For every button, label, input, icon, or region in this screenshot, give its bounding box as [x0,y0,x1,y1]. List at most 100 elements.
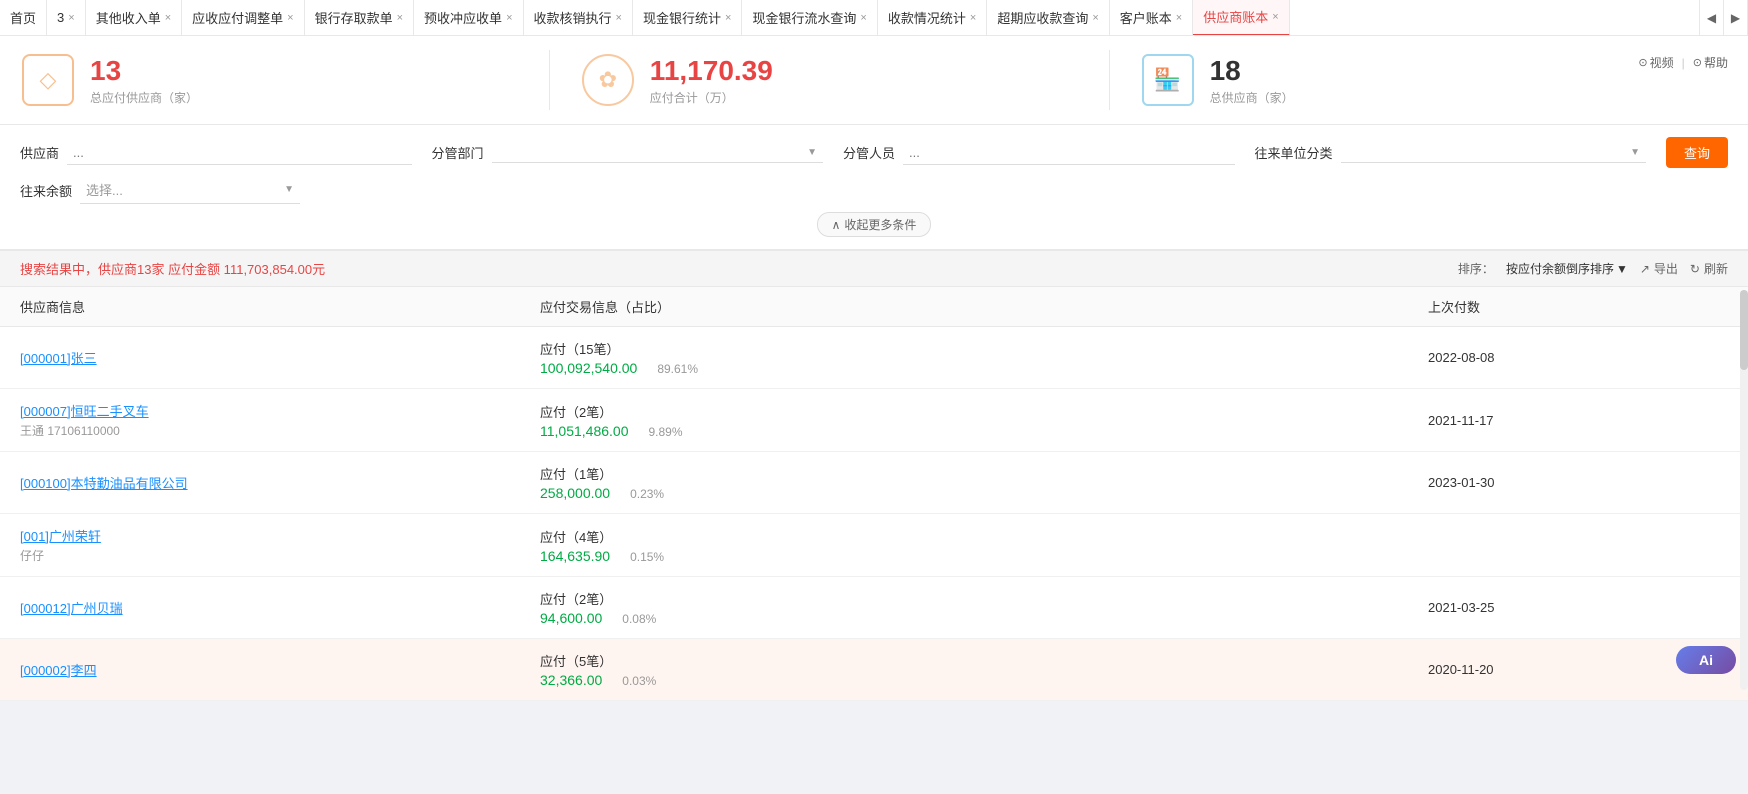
nav-tab-cash-flow[interactable]: 现金银行流水查询 × [742,0,877,36]
supplier-link-6[interactable]: [000002]李四 [20,660,540,679]
nav-tab-other-income[interactable]: 其他收入单 × [86,0,182,36]
bank-deposit-label: 银行存取款单 [315,8,393,27]
close-icon[interactable]: × [397,12,403,24]
nav-tab-bank-deposit[interactable]: 银行存取款单 × [305,0,414,36]
close-icon[interactable]: × [725,12,731,24]
nav-tab-prepay[interactable]: 预收冲应收单 × [414,0,523,36]
close-icon[interactable]: × [616,12,622,24]
overdue-ar-label: 超期应收款查询 [997,8,1088,27]
nav-prev-arrow[interactable]: ◀ [1700,0,1724,36]
close-icon[interactable]: × [1092,12,1098,24]
receipt-verify-label: 收款核销执行 [534,8,612,27]
person-input[interactable] [903,141,1234,165]
scrollbar-track[interactable] [1740,290,1748,690]
dept-select[interactable]: ▼ [492,143,823,163]
scrollbar-thumb[interactable] [1740,290,1748,370]
filter-person: 分管人员 [843,141,1235,165]
filter-row-2: 往来余额 选择... ▼ [20,176,1728,204]
supplier-link-2[interactable]: [000007]恒旺二手叉车 [20,401,540,420]
close-icon[interactable]: × [970,12,976,24]
nav-tab-overdue-ar[interactable]: 超期应收款查询 × [987,0,1109,36]
link-separator: | [1682,56,1685,70]
supplier-sub-2: 王通 17106110000 [20,422,540,439]
category-select[interactable]: ▼ [1341,143,1646,163]
table-row: [000007]恒旺二手叉车 王通 17106110000 应付（2笔） 11,… [0,389,1748,452]
table-row: [000100]本特勤油品有限公司 应付（1笔） 258,000.00 0.23… [0,452,1748,514]
tx-amount-4: 164,635.90 [540,548,610,564]
supplier-info-cell: [000012]广州贝瑞 [20,598,540,617]
refresh-button[interactable]: ↻ 刷新 [1690,260,1728,277]
filter-supplier: 供应商 [20,141,412,165]
nav-tab-home[interactable]: 首页 [0,0,47,36]
filter-category: 往来单位分类 ▼ [1255,143,1647,163]
tx-amount-6: 32,366.00 [540,672,602,688]
prepay-label: 预收冲应收单 [424,8,502,27]
supplier-input[interactable] [67,141,411,165]
nav-tab-3[interactable]: 3 × [47,0,86,36]
stats-row: ◇ 13 总应付供应商（家） ✿ 11,170.39 应付合计（万） 🏪 18 … [0,36,1748,125]
collapse-button[interactable]: ∧ 收起更多条件 [817,212,932,237]
video-link[interactable]: ⊙ 视频 [1638,54,1673,71]
export-label: 导出 [1654,260,1678,277]
tx-amount-3: 258,000.00 [540,485,610,501]
close-icon[interactable]: × [1272,11,1278,23]
close-icon[interactable]: × [68,12,74,24]
stat-label-1: 总应付供应商（家） [90,89,198,106]
top-nav: 首页 3 × 其他收入单 × 应收应付调整单 × 银行存取款单 × 预收冲应收单… [0,0,1748,36]
close-icon[interactable]: × [287,12,293,24]
filter-row-1: 供应商 分管部门 ▼ 分管人员 往来单位分类 ▼ 查询 [20,137,1728,168]
stat-divider-2 [1109,50,1110,110]
nav-tab-cash-stat[interactable]: 现金银行统计 × [633,0,742,36]
supplier-info-cell: [000100]本特勤油品有限公司 [20,473,540,492]
tx-label-6: 应付（5笔） [540,651,1428,670]
tx-info-4: 应付（4笔） 164,635.90 0.15% [540,527,1428,564]
close-icon[interactable]: × [165,12,171,24]
tx-info-cell-2: 应付（2笔） 11,051,486.00 9.89% [540,402,1428,439]
tx-label-2: 应付（2笔） [540,402,1428,421]
stat-label-2: 应付合计（万） [650,89,773,106]
nav-tab-receipt-verify[interactable]: 收款核销执行 × [524,0,633,36]
sort-label: 排序： [1458,260,1494,277]
close-icon[interactable]: × [860,12,866,24]
supplier-link-4[interactable]: [001]广州荣轩 [20,526,540,545]
nav-tab-supplier-ledger[interactable]: 供应商账本 × [1193,0,1289,36]
tx-amount-row-2: 11,051,486.00 9.89% [540,421,1428,439]
tx-info-cell-4: 应付（4笔） 164,635.90 0.15% [540,527,1428,564]
supplier-ledger-label: 供应商账本 [1203,7,1268,26]
nav-tab-customer-ledger[interactable]: 客户账本 × [1110,0,1193,36]
supplier-link-3[interactable]: [000100]本特勤油品有限公司 [20,473,540,492]
ai-label: Ai [1699,652,1713,668]
ai-badge[interactable]: Ai [1676,646,1736,674]
category-filter-label: 往来单位分类 [1255,143,1333,162]
collapse-label: 收起更多条件 [844,216,916,233]
close-icon[interactable]: × [506,12,512,24]
balance-select-value: 选择... [86,180,123,199]
search-button[interactable]: 查询 [1666,137,1728,168]
tx-label-5: 应付（2笔） [540,589,1428,608]
help-link[interactable]: ⊙ 帮助 [1693,54,1728,71]
tx-amount-row-6: 32,366.00 0.03% [540,670,1428,688]
tx-info-2: 应付（2笔） 11,051,486.00 9.89% [540,402,1428,439]
other-income-label: 其他收入单 [96,8,161,27]
refresh-label: 刷新 [1704,260,1728,277]
nav-tab-ar-ap-adjust[interactable]: 应收应付调整单 × [182,0,304,36]
supplier-link-1[interactable]: [000001]张三 [20,348,540,367]
sort-dropdown[interactable]: 按应付余额倒序排序 ▼ [1506,260,1628,277]
supplier-link-5[interactable]: [000012]广州贝瑞 [20,598,540,617]
store-icon: 🏪 [1142,54,1194,106]
collapse-row: ∧ 收起更多条件 [20,212,1728,237]
stat-label-3: 总供应商（家） [1210,89,1294,106]
nav-tab-receipt-stat[interactable]: 收款情况统计 × [878,0,987,36]
tx-info-cell-5: 应付（2笔） 94,600.00 0.08% [540,589,1428,626]
col-header-supplier: 供应商信息 [20,297,540,316]
ar-ap-adjust-label: 应收应付调整单 [192,8,283,27]
results-actions: 排序： 按应付余额倒序排序 ▼ ↗ 导出 ↻ 刷新 [1458,260,1728,277]
nav-next-arrow[interactable]: ▶ [1724,0,1748,36]
table-row: [000001]张三 应付（15笔） 100,092,540.00 89.61%… [0,327,1748,389]
balance-select[interactable]: 选择... ▼ [80,176,300,204]
export-button[interactable]: ↗ 导出 [1640,260,1678,277]
chevron-down-icon: ▼ [807,147,817,158]
supplier-info-cell: [001]广州荣轩 仔仔 [20,526,540,564]
tx-label-4: 应付（4笔） [540,527,1428,546]
close-icon[interactable]: × [1176,12,1182,24]
